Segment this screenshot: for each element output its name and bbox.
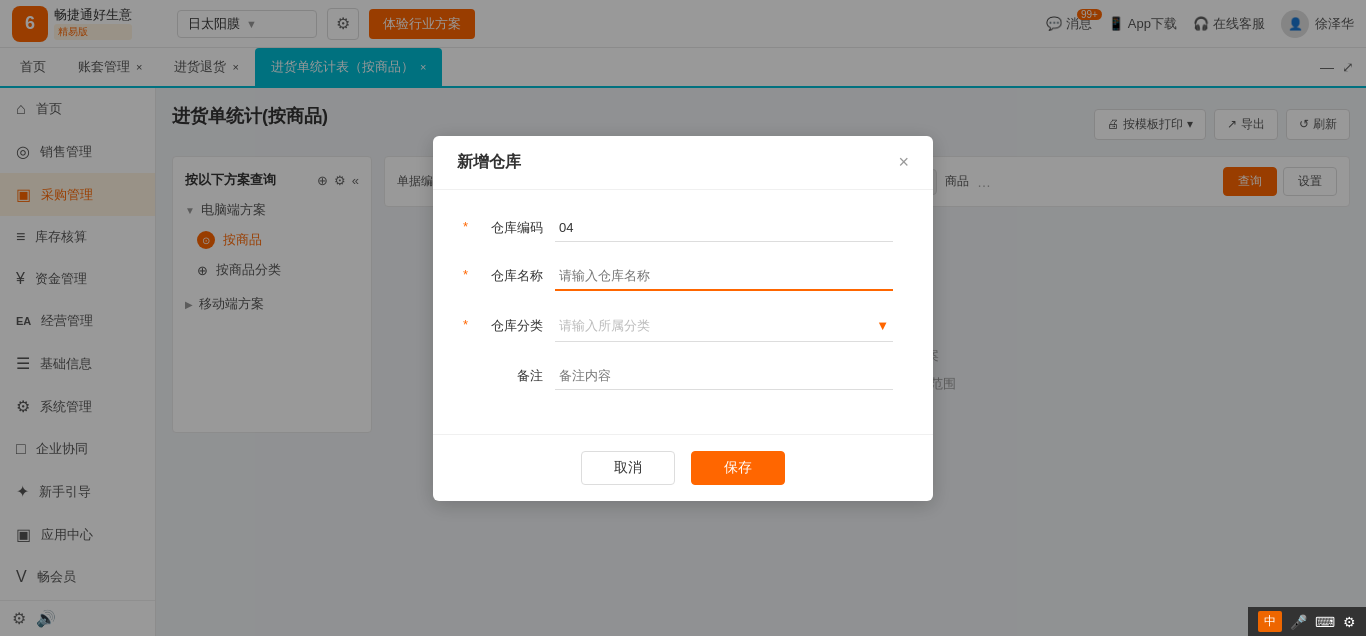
save-button[interactable]: 保存: [691, 451, 785, 485]
modal-overlay: 新增仓库 × 仓库编码 仓库名称 仓库分类 请输入所属分类 ▼ 备注: [0, 0, 1366, 636]
lang-indicator: 中: [1258, 611, 1282, 632]
note-label: 备注: [473, 367, 543, 385]
note-input[interactable]: [555, 362, 893, 390]
cancel-button[interactable]: 取消: [581, 451, 675, 485]
taskbar: 中 🎤 ⌨ ⚙: [1248, 607, 1366, 636]
form-row-note: 备注: [473, 362, 893, 390]
category-label: 仓库分类: [473, 317, 543, 335]
modal-title: 新增仓库: [457, 152, 521, 173]
keyboard-icon[interactable]: ⌨: [1315, 614, 1335, 630]
mic-icon[interactable]: 🎤: [1290, 614, 1307, 630]
code-label: 仓库编码: [473, 219, 543, 237]
form-row-category: 仓库分类 请输入所属分类 ▼: [473, 311, 893, 342]
modal-header: 新增仓库 ×: [433, 136, 933, 190]
name-input[interactable]: [555, 262, 893, 291]
form-row-code: 仓库编码: [473, 214, 893, 242]
modal-close-button[interactable]: ×: [898, 152, 909, 173]
taskbar-settings-icon[interactable]: ⚙: [1343, 614, 1356, 630]
modal-footer: 取消 保存: [433, 434, 933, 501]
category-placeholder: 请输入所属分类: [559, 317, 650, 335]
name-label: 仓库名称: [473, 267, 543, 285]
modal-body: 仓库编码 仓库名称 仓库分类 请输入所属分类 ▼ 备注: [433, 190, 933, 434]
category-arrow-icon: ▼: [876, 318, 889, 333]
code-input[interactable]: [555, 214, 893, 242]
form-row-name: 仓库名称: [473, 262, 893, 291]
new-warehouse-modal: 新增仓库 × 仓库编码 仓库名称 仓库分类 请输入所属分类 ▼ 备注: [433, 136, 933, 501]
category-select[interactable]: 请输入所属分类 ▼: [555, 311, 893, 342]
